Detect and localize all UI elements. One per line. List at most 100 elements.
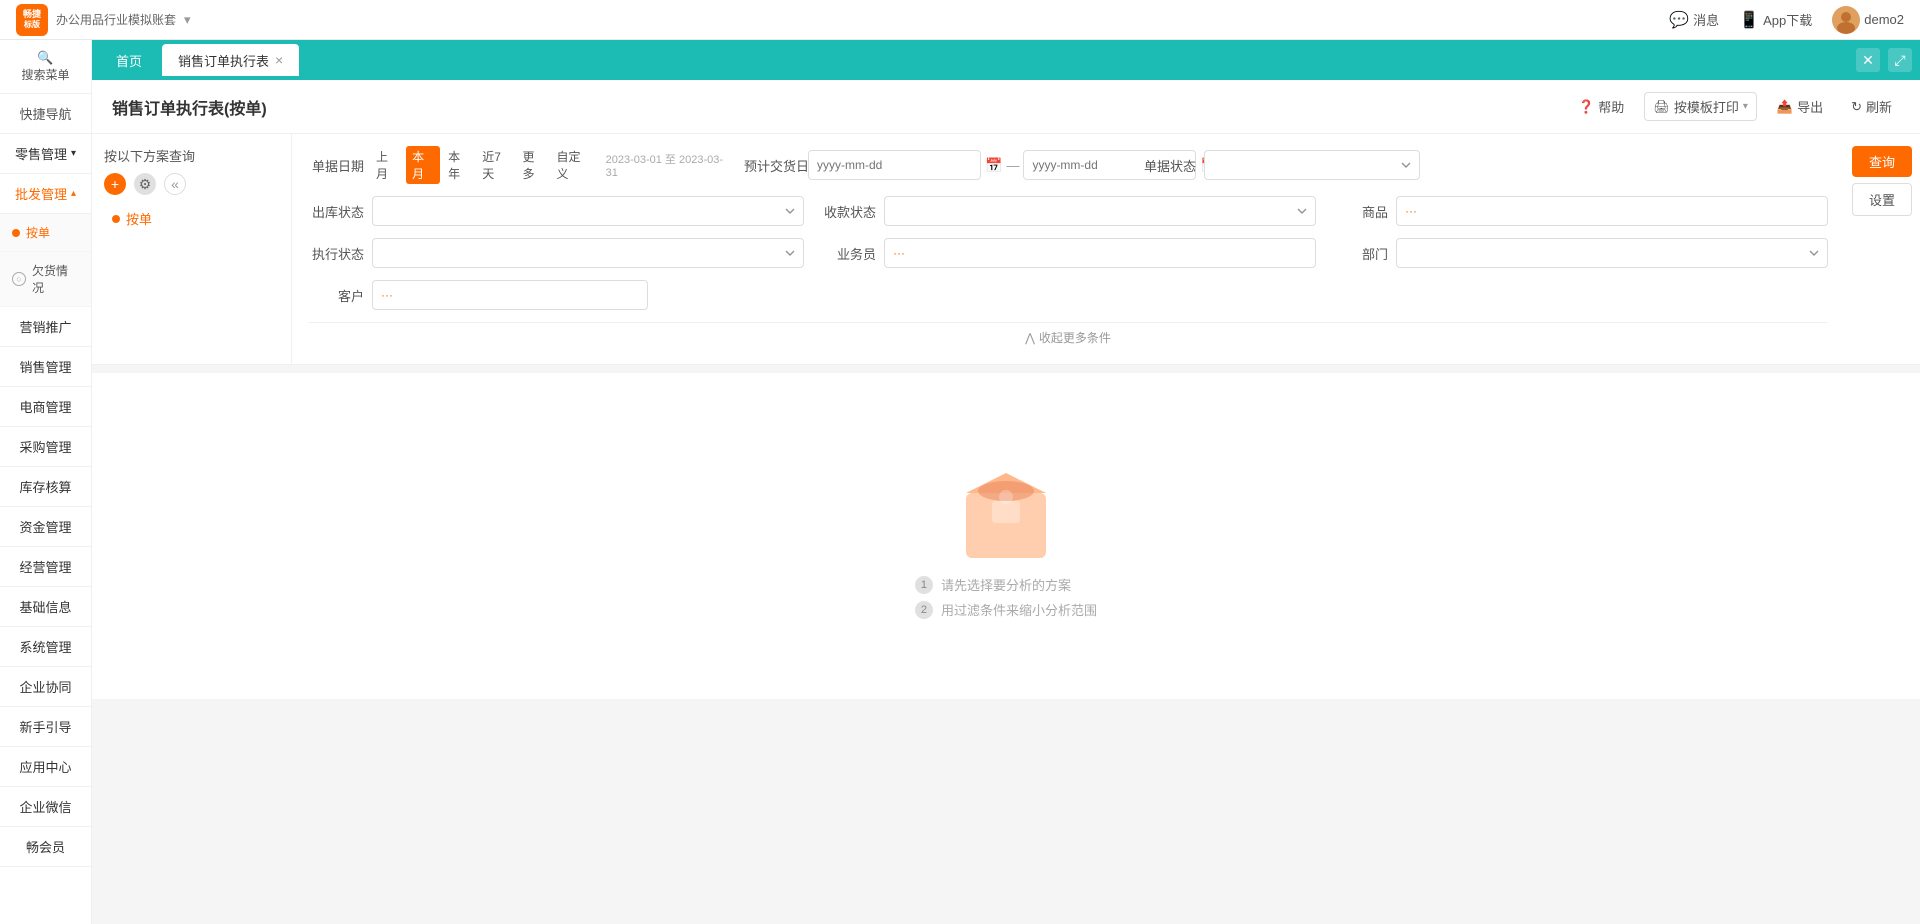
- active-indicator: [12, 229, 20, 237]
- tip-text-2: 用过滤条件来缩小分析范围: [941, 600, 1097, 619]
- content-area: 首页 销售订单执行表 × ✕ ⤢: [92, 40, 1920, 924]
- sidebar-item-marketing[interactable]: 营销推广: [0, 307, 91, 347]
- app-download-btn[interactable]: 📱 App下载: [1739, 10, 1812, 30]
- empty-tip-1: 1 请先选择要分析的方案: [915, 575, 1097, 594]
- filter-payment-field: 收款状态: [820, 196, 1316, 226]
- sidebar-item-system[interactable]: 系统管理: [0, 627, 91, 667]
- tab-sales-order[interactable]: 销售订单执行表 ×: [162, 44, 299, 76]
- refresh-btn[interactable]: ↻ 刷新: [1843, 93, 1900, 120]
- tip-text-1: 请先选择要分析的方案: [941, 575, 1071, 594]
- filter-right: 单据日期 上月 本月 本年 近7天 更多 自定义: [292, 134, 1844, 364]
- message-btn[interactable]: 💬 消息: [1669, 10, 1719, 30]
- sidebar-item-purchase[interactable]: 采购管理: [0, 427, 91, 467]
- scheme-item-press[interactable]: 按单: [104, 203, 279, 234]
- query-btn-area: 查询 设置: [1844, 134, 1920, 364]
- empty-tip-2: 2 用过滤条件来缩小分析范围: [915, 600, 1097, 619]
- salesman-input[interactable]: [884, 238, 1316, 268]
- app-logo: 畅捷 标版: [16, 4, 48, 36]
- sidebar-item-sales[interactable]: 销售管理: [0, 347, 91, 387]
- sidebar-item-operations[interactable]: 经营管理: [0, 547, 91, 587]
- settings-btn[interactable]: 设置: [1852, 183, 1912, 216]
- page-header: 销售订单执行表(按单) ❓ 帮助 🖨 按模板打印 ▾: [92, 80, 1920, 134]
- circle-icon: ○: [12, 272, 26, 286]
- date-tab-custom[interactable]: 自定义: [553, 146, 594, 184]
- filter-exec-field: 执行状态: [308, 238, 804, 268]
- empty-box-svg: [946, 453, 1066, 563]
- expected-delivery-label: 预计交货日期: [744, 156, 800, 175]
- sidebar-quick-nav[interactable]: 快捷导航: [0, 94, 91, 134]
- date-tab-7days[interactable]: 近7天: [478, 146, 514, 184]
- tab-home[interactable]: 首页: [100, 44, 158, 76]
- empty-illustration: [946, 453, 1066, 563]
- sidebar-item-cooperation[interactable]: 企业协同: [0, 667, 91, 707]
- avatar: [1832, 6, 1860, 34]
- filter-row-3: 执行状态 业务员: [308, 238, 1828, 268]
- settings-scheme-btn[interactable]: ⚙: [134, 173, 156, 195]
- sidebar-item-ecommerce[interactable]: 电商管理: [0, 387, 91, 427]
- date-tab-more[interactable]: 更多: [518, 146, 548, 184]
- sidebar-item-wholesale[interactable]: 批发管理 ▴: [0, 174, 91, 214]
- status-select[interactable]: [1204, 150, 1420, 180]
- export-icon: 📤: [1777, 99, 1793, 115]
- breadcrumb-arrow[interactable]: ▾: [184, 12, 191, 28]
- date-tab-thismonth[interactable]: 本月: [406, 146, 440, 184]
- sidebar-item-inventory[interactable]: 库存核算: [0, 467, 91, 507]
- collapse-scheme-btn[interactable]: «: [164, 173, 186, 195]
- sidebar-sub-item-debt[interactable]: ○ 欠货情况: [0, 252, 91, 307]
- filter-date-field: 单据日期 上月 本月 本年 近7天 更多 自定义: [308, 146, 728, 184]
- help-btn[interactable]: ❓ 帮助: [1570, 93, 1632, 120]
- top-bar: 畅捷 标版 办公用品行业模拟账套 ▾ 💬 消息 📱 App下载 demo2: [0, 0, 1920, 40]
- sidebar-item-retail[interactable]: 零售管理 ▾: [0, 134, 91, 174]
- print-icon: 🖨: [1653, 99, 1670, 115]
- chevron-down-icon: ▾: [1743, 101, 1748, 112]
- sidebar-item-finance[interactable]: 资金管理: [0, 507, 91, 547]
- filter-customer-field: 客户: [308, 280, 648, 310]
- collapse-filter-btn[interactable]: ⋀ 收起更多条件: [308, 322, 1828, 352]
- sidebar-search[interactable]: 🔍 搜索菜单: [0, 40, 91, 94]
- tab-maximize-btn[interactable]: ⤢: [1888, 48, 1912, 72]
- sidebar-item-guide[interactable]: 新手引导: [0, 707, 91, 747]
- template-print-btn[interactable]: 🖨 按模板打印 ▾: [1644, 92, 1757, 121]
- payment-label: 收款状态: [820, 202, 876, 221]
- dept-select[interactable]: [1396, 238, 1828, 268]
- collapse-up-icon: ⋀: [1025, 331, 1035, 345]
- active-scheme-indicator: [112, 215, 120, 223]
- filter-left-actions: + ⚙ «: [104, 173, 279, 195]
- empty-state: 1 请先选择要分析的方案 2 用过滤条件来缩小分析范围: [92, 373, 1920, 699]
- tab-close-btn[interactable]: ×: [275, 53, 283, 67]
- date-range-display: 2023-03-01 至 2023-03-31: [606, 151, 728, 179]
- sidebar-item-member[interactable]: 畅会员: [0, 827, 91, 867]
- main-layout: 🔍 搜索菜单 快捷导航 零售管理 ▾ 批发管理 ▴ 按单 ○: [0, 40, 1920, 924]
- sidebar-item-appstore[interactable]: 应用中心: [0, 747, 91, 787]
- refresh-icon: ↻: [1851, 99, 1862, 115]
- expected-delivery-start[interactable]: [808, 150, 981, 180]
- page-inner: 销售订单执行表(按单) ❓ 帮助 🖨 按模板打印 ▾: [92, 80, 1920, 699]
- date-tab-lastmonth[interactable]: 上月: [372, 146, 402, 184]
- salesman-label: 业务员: [820, 244, 876, 263]
- filter-row-1: 单据日期 上月 本月 本年 近7天 更多 自定义: [308, 146, 1828, 184]
- sidebar-sub-item-press[interactable]: 按单: [0, 214, 91, 252]
- outbound-select[interactable]: [372, 196, 804, 226]
- tab-bar-actions: ✕ ⤢: [1856, 48, 1912, 72]
- sidebar-sub-wholesale: 按单 ○ 欠货情况: [0, 214, 91, 307]
- export-btn[interactable]: 📤 导出: [1769, 93, 1831, 120]
- maximize-icon: ⤢: [1894, 52, 1905, 69]
- exec-select[interactable]: [372, 238, 804, 268]
- add-scheme-btn[interactable]: +: [104, 173, 126, 195]
- sidebar-search-label: 搜索菜单: [8, 66, 83, 83]
- calendar-icon-start[interactable]: 📅: [985, 157, 1002, 174]
- customer-label: 客户: [308, 286, 364, 305]
- sidebar-item-basic[interactable]: 基础信息: [0, 587, 91, 627]
- sidebar-item-wechat[interactable]: 企业微信: [0, 787, 91, 827]
- date-tabs: 上月 本月 本年 近7天 更多 自定义: [372, 146, 594, 184]
- tip-num-2: 2: [915, 601, 933, 619]
- query-btn[interactable]: 查询: [1852, 146, 1912, 177]
- goods-input[interactable]: [1396, 196, 1828, 226]
- tab-minimize-btn[interactable]: ✕: [1856, 48, 1880, 72]
- filter-expected-delivery-field: 预计交货日期 📅 — 📅: [744, 150, 1124, 180]
- payment-select[interactable]: [884, 196, 1316, 226]
- date-tab-thisyear[interactable]: 本年: [444, 146, 474, 184]
- user-profile[interactable]: demo2: [1832, 6, 1904, 34]
- customer-input[interactable]: [372, 280, 648, 310]
- content-divider: [92, 365, 1920, 373]
